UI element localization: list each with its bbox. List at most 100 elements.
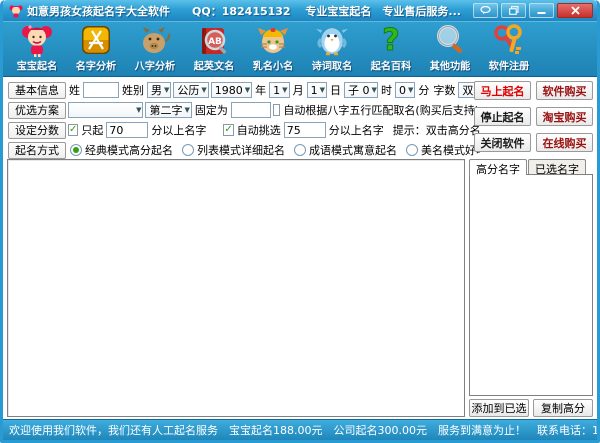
close-icon[interactable] [557,3,593,18]
chevron-down-icon: ▼ [371,86,376,94]
toolbar-item-bazi-analysis[interactable]: 八字分析 [125,23,184,74]
wuxing-checkbox-label: 自动根据八字五行匹配取名(购买后支持) [282,102,480,118]
tab-selected-names[interactable]: 已选名字 [528,159,586,175]
mode-nice-radio[interactable] [406,144,418,156]
status-bar: 欢迎使用我们软件，我们还有人工起名服务 宝宝起名188.00元 公司起名300.… [3,419,597,440]
chars-label: 字数 [432,82,456,98]
toolbar-item-naming-wiki[interactable]: ? 起名百科 [361,23,420,74]
taobao-buy-button[interactable]: 淘宝购买 [536,107,593,126]
chevron-down-icon: ▼ [408,86,413,94]
surname-label: 姓 [68,82,81,98]
gender-select[interactable]: 男▼ [147,82,171,98]
only-score-checkbox[interactable]: ✓ [68,124,78,136]
naming-mode-button[interactable]: 起名方式 [8,142,66,159]
mode-list-label: 列表模式详细起名 [196,142,286,158]
toolbar-label: 宝宝起名 [16,59,56,74]
svg-text:?: ? [382,23,399,57]
toolbar-label: 乳名小名 [252,59,292,74]
results-list[interactable] [7,159,465,417]
min-score-input[interactable] [106,122,148,138]
status-text: 欢迎使用我们软件，我们还有人工起名服务 宝宝起名188.00元 公司起名300.… [9,422,597,438]
online-buy-button[interactable]: 在线购买 [536,133,593,152]
prefer-row: 优选方案 ▼ 第二字▼ 固定为 ✓ 自动根据八字五行匹配取名(购买后支持) [8,101,480,119]
mode-classic-radio[interactable] [70,144,82,156]
set-score-button[interactable]: 设定分数 [8,122,66,139]
name-tabs: 高分名字 已选名字 [469,159,593,175]
question-mark-icon: ? [374,23,408,57]
mode-idiom-label: 成语模式寓意起名 [308,142,398,158]
toolbar-item-other-functions[interactable]: 其他功能 [420,23,479,74]
mode-idiom-radio[interactable] [294,144,306,156]
surname-input[interactable] [83,82,119,98]
auto-pick-checkbox[interactable]: ✓ [223,124,233,136]
chat-bubble-icon[interactable] [473,3,498,18]
auto-score-input[interactable] [284,122,326,138]
toolbar-label: 软件注册 [488,59,528,74]
toolbar-item-milk-name[interactable]: 乳名小名 [243,23,302,74]
start-naming-button[interactable]: 马上起名 [474,81,531,100]
close-software-button[interactable]: 关闭软件 [474,133,531,152]
basic-info-row: 基本信息 姓 姓别 男▼ 公历▼ 1980▼ 年 1▼ 月 1▼ 日 子 0▼ … [8,81,480,99]
toolbar-label: 其他功能 [429,59,469,74]
fixed-char-input[interactable] [231,102,271,118]
minute-select[interactable]: 0▼ [395,82,415,98]
year-label: 年 [254,82,267,98]
keys-icon [492,23,526,57]
wuxing-checkbox[interactable]: ✓ [273,104,281,116]
girl-icon [20,23,54,57]
stop-naming-button[interactable]: 停止起名 [474,107,531,126]
fixed-as-label: 固定为 [194,102,229,118]
miner-cat-icon [256,23,290,57]
prefer-scheme-button[interactable]: 优选方案 [8,102,66,119]
score-suffix-label: 分以上名字 [328,122,385,138]
boar-icon [138,23,172,57]
add-to-selected-button[interactable]: 添加到已选 [469,399,529,417]
month-select[interactable]: 1▼ [269,82,289,98]
toolbar-label: 起英文名 [193,59,233,74]
mode-nice-label: 美名模式好听起名(购买后支持) [420,142,480,158]
mode-row: 起名方式 经典模式高分起名 列表模式详细起名 成语模式寓意起名 美名模式好听起名… [8,141,480,159]
toolbar-item-poetry-naming[interactable]: 诗词取名 [302,23,361,74]
calendar-select[interactable]: 公历▼ [173,82,208,98]
chevron-down-icon: ▼ [184,106,189,114]
day-label: 日 [329,82,342,98]
app-brush-icon [79,23,113,57]
year-select[interactable]: 1980▼ [211,82,252,98]
toolbar-item-english-name[interactable]: AB 起英文名 [184,23,243,74]
char-position-select[interactable]: 第二字▼ [145,102,191,118]
score-row: 设定分数 ✓ 只起 分以上名字 ✓ 自动挑选 分以上名字 提示：双击高分名字列表… [8,121,480,139]
ab-book-magnifier-icon: AB [197,23,231,57]
app-window: 如意男孩女孩起名字大全软件 QQ：182415132 专业宝宝起名 专业售后服务… [0,0,600,443]
toolbar-item-name-analysis[interactable]: 名字分析 [66,23,125,74]
basic-info-button[interactable]: 基本信息 [8,82,66,99]
chevron-down-icon: ▼ [245,86,250,94]
hour-select[interactable]: 子 0▼ [344,82,378,98]
toolbar-label: 名字分析 [75,59,115,74]
penguin-icon [315,23,349,57]
action-buttons: 马上起名 软件购买 停止起名 淘宝购买 关闭软件 在线购买 [474,81,593,152]
toolbar-item-baby-naming[interactable]: 宝宝起名 [7,23,66,74]
titlebar: 如意男孩女孩起名字大全软件 QQ：182415132 专业宝宝起名 专业售后服务… [3,0,597,21]
high-score-name-list[interactable] [469,174,593,396]
restore-icon[interactable] [501,3,526,18]
score-suffix-label: 分以上名字 [150,122,207,138]
window-controls [473,3,593,18]
form-area: 基本信息 姓 姓别 男▼ 公历▼ 1980▼ 年 1▼ 月 1▼ 日 子 0▼ … [3,77,597,159]
scheme-select[interactable]: ▼ [68,102,143,118]
window-title: 如意男孩女孩起名字大全软件 QQ：182415132 专业宝宝起名 专业售后服务… [27,3,473,19]
minimize-icon[interactable] [529,3,554,18]
chevron-down-icon: ▼ [136,106,141,114]
buy-software-button[interactable]: 软件购买 [536,81,593,100]
minute-label: 分 [417,82,430,98]
hour-label: 时 [380,82,393,98]
chevron-down-icon: ▼ [201,86,206,94]
toolbar-label: 八字分析 [134,59,174,74]
toolbar-label: 起名百科 [370,59,410,74]
only-label: 只起 [80,122,104,138]
day-select[interactable]: 1▼ [307,82,327,98]
tab-high-score-names[interactable]: 高分名字 [469,159,527,175]
copy-high-score-button[interactable]: 复制高分 [533,399,593,417]
mode-list-radio[interactable] [182,144,194,156]
toolbar-item-software-register[interactable]: 软件注册 [479,23,538,74]
app-logo-girl-icon [9,4,23,18]
